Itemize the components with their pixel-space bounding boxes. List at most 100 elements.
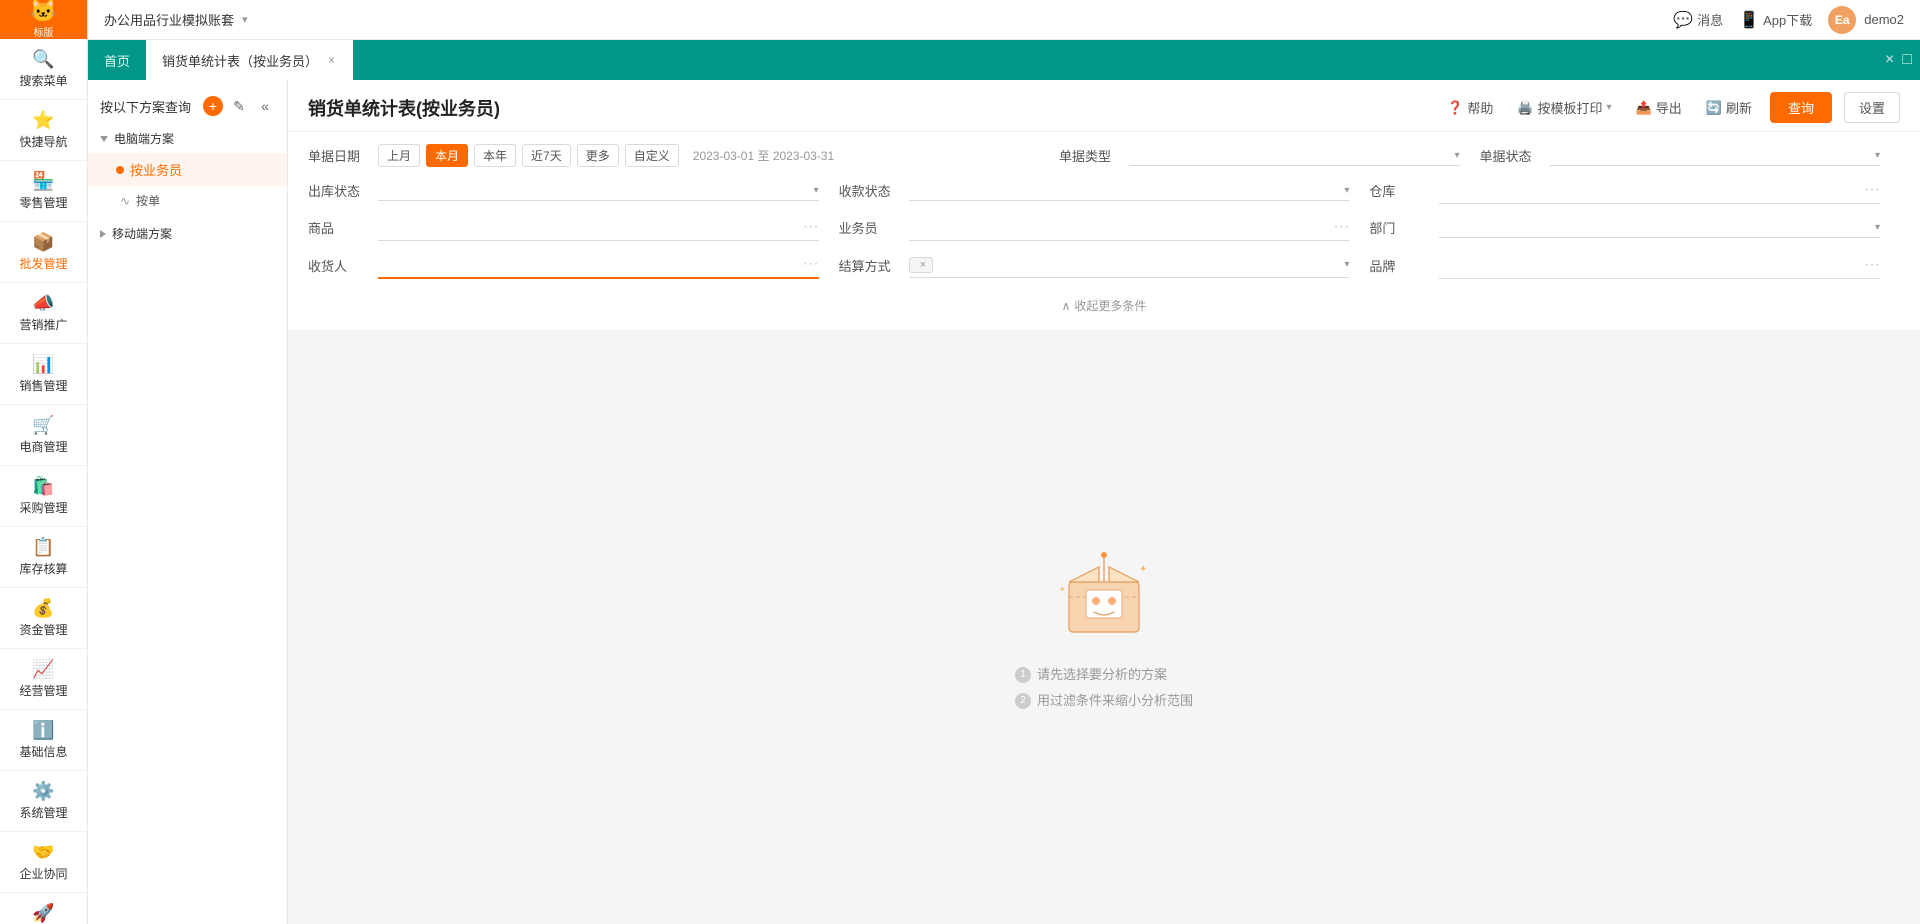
- salesperson-label: 业务员: [839, 218, 909, 237]
- sidebar-item-purchase[interactable]: 🛍️ 采购管理: [0, 466, 88, 527]
- brand-select[interactable]: ···: [1439, 252, 1880, 279]
- date-btn-this-year[interactable]: 本年: [474, 144, 516, 167]
- collect-status-label: 收款状态: [839, 181, 909, 200]
- collapse-panel-button[interactable]: «: [255, 96, 275, 116]
- date-btn-this-month[interactable]: 本月: [426, 144, 468, 167]
- tab-home[interactable]: 首页: [88, 40, 146, 80]
- pc-scheme-header[interactable]: 电脑端方案: [88, 124, 287, 153]
- refresh-button[interactable]: 🔄 刷新: [1700, 94, 1758, 121]
- collapse-filters-button[interactable]: ∧ 收起更多条件: [308, 289, 1900, 318]
- mobile-scheme-header[interactable]: 移动端方案: [88, 219, 287, 248]
- date-btn-custom[interactable]: 自定义: [625, 144, 679, 167]
- add-scheme-button[interactable]: +: [203, 96, 223, 116]
- sidebar-item-sales[interactable]: 📊 销售管理: [0, 344, 88, 405]
- print-icon: 🖨️: [1517, 100, 1533, 116]
- export-icon: 📤: [1636, 100, 1652, 116]
- sidebar-item-basic[interactable]: ℹ️ 基础信息: [0, 710, 88, 771]
- warehouse-dots[interactable]: ···: [1860, 181, 1880, 199]
- sidebar-item-retail[interactable]: 🏪 零售管理: [0, 161, 88, 222]
- collect-status-select[interactable]: ▾: [909, 181, 1350, 201]
- user-profile[interactable]: Ea demo2: [1828, 6, 1904, 34]
- search-icon: 🔍: [32, 49, 54, 70]
- sidebar-logo[interactable]: 🐱 标版: [0, 0, 88, 39]
- goods-select[interactable]: ···: [378, 214, 819, 241]
- print-button[interactable]: 🖨️ 按模板打印 ▾: [1511, 94, 1617, 121]
- tab-active[interactable]: 销货单统计表（按业务员） ×: [146, 40, 353, 80]
- date-btn-last-month[interactable]: 上月: [378, 144, 420, 167]
- sidebar-item-inventory[interactable]: 📋 库存核算: [0, 527, 88, 588]
- payment-select[interactable]: × ▾: [909, 253, 1350, 278]
- tab-spacer: [353, 40, 1877, 80]
- salesperson-dots[interactable]: ···: [1329, 218, 1349, 236]
- logo-icon: 🐱: [30, 0, 57, 22]
- doc-status-select[interactable]: ▾: [1550, 146, 1881, 166]
- out-status-label: 出库状态: [308, 181, 378, 200]
- guide-icon: 🚀: [32, 903, 54, 924]
- consignee-input[interactable]: ···: [378, 251, 819, 279]
- date-btn-7days[interactable]: 近7天: [522, 144, 571, 167]
- window-close-icon[interactable]: ×: [1885, 51, 1894, 69]
- scheme-sub-by-order[interactable]: ∿ 按单: [88, 186, 287, 215]
- left-panel-title: 按以下方案查询: [100, 97, 191, 116]
- payment-label: 结算方式: [839, 256, 909, 275]
- collapse-icon: «: [261, 98, 269, 114]
- date-btn-more[interactable]: 更多: [577, 144, 619, 167]
- scheme-item-by-salesperson[interactable]: 按业务员: [88, 153, 287, 186]
- warehouse-select[interactable]: ···: [1439, 177, 1880, 204]
- payment-clear-icon[interactable]: ×: [920, 259, 926, 271]
- page-header: 销货单统计表(按业务员) ❓ 帮助 🖨️ 按模板打印 ▾ 📤 导出: [288, 80, 1920, 132]
- hint-num-1: 1: [1015, 667, 1031, 683]
- edit-scheme-button[interactable]: ✎: [229, 96, 249, 116]
- operations-icon: 📈: [32, 659, 54, 680]
- payment-tag: ×: [909, 257, 933, 273]
- pc-scheme-expand-icon: [100, 136, 108, 142]
- sub-icon: ∿: [120, 194, 130, 208]
- top-header: 办公用品行业模拟账套 ▾ 💬 消息 📱 App下载 Ea demo2: [88, 0, 1920, 40]
- refresh-icon: 🔄: [1706, 100, 1722, 116]
- settings-button[interactable]: 设置: [1844, 92, 1900, 123]
- pc-scheme-section: 电脑端方案 按业务员 ∿ 按单: [88, 124, 287, 215]
- query-button[interactable]: 查询: [1770, 92, 1832, 123]
- help-button[interactable]: ❓ 帮助: [1441, 94, 1499, 121]
- collect-status-control: ▾: [909, 181, 1350, 201]
- purchase-icon: 🛍️: [32, 476, 54, 497]
- doc-type-select[interactable]: ▾: [1129, 146, 1460, 166]
- out-status-select[interactable]: ▾: [378, 181, 819, 201]
- sidebar-item-wholesale[interactable]: 📦 批发管理: [0, 222, 88, 283]
- window-maximize-icon[interactable]: □: [1902, 51, 1912, 69]
- consignee-dots[interactable]: ···: [799, 255, 819, 273]
- svg-text:✦: ✦: [1139, 564, 1147, 575]
- sidebar-item-system[interactable]: ⚙️ 系统管理: [0, 771, 88, 832]
- system-icon: ⚙️: [32, 781, 54, 802]
- sidebar-item-marketing[interactable]: 📣 营销推广: [0, 283, 88, 344]
- export-button[interactable]: 📤 导出: [1630, 94, 1688, 121]
- hint-item-2: 2 用过滤条件来缩小分析范围: [1015, 688, 1193, 714]
- sidebar-item-ecommerce[interactable]: 🛒 电商管理: [0, 405, 88, 466]
- avatar: Ea: [1828, 6, 1856, 34]
- print-dropdown-icon: ▾: [1607, 102, 1612, 113]
- sidebar-item-collab[interactable]: 🤝 企业协同: [0, 832, 88, 893]
- workspace-selector[interactable]: 办公用品行业模拟账套 ▾: [104, 10, 248, 29]
- left-panel-actions: + ✎ «: [203, 96, 275, 116]
- filter-row-1: 单据日期 上月 本月 本年 近7天 更多 自定义 2023-03-01 至 20…: [308, 144, 1900, 167]
- sidebar-item-guide[interactable]: 🚀 新手引导: [0, 893, 88, 924]
- date-range-text: 2023-03-01 至 2023-03-31: [693, 147, 834, 164]
- sidebar-item-finance[interactable]: 💰 资金管理: [0, 588, 88, 649]
- brand-dots[interactable]: ···: [1860, 256, 1880, 274]
- goods-dots[interactable]: ···: [799, 218, 819, 236]
- tab-bar: 首页 销货单统计表（按业务员） × × □: [88, 40, 1920, 80]
- sidebar-search[interactable]: 🔍 搜索菜单: [0, 39, 88, 100]
- app-download-action[interactable]: 📱 App下载: [1739, 10, 1812, 30]
- sidebar-shortcut[interactable]: ⭐ 快捷导航: [0, 100, 88, 161]
- salesperson-select[interactable]: ···: [909, 214, 1350, 241]
- wholesale-icon: 📦: [32, 232, 54, 253]
- page-title: 销货单统计表(按业务员): [308, 95, 500, 121]
- consignee-label: 收货人: [308, 256, 378, 275]
- sidebar-item-operations[interactable]: 📈 经营管理: [0, 649, 88, 710]
- left-panel: 按以下方案查询 + ✎ « 电脑端方案: [88, 80, 288, 924]
- empty-illustration: ✦ ✦: [1044, 542, 1164, 642]
- tab-close-icon[interactable]: ×: [326, 53, 337, 67]
- mobile-scheme-expand-icon: [100, 230, 106, 238]
- department-select[interactable]: ▾: [1439, 218, 1880, 238]
- message-action[interactable]: 💬 消息: [1673, 10, 1723, 30]
